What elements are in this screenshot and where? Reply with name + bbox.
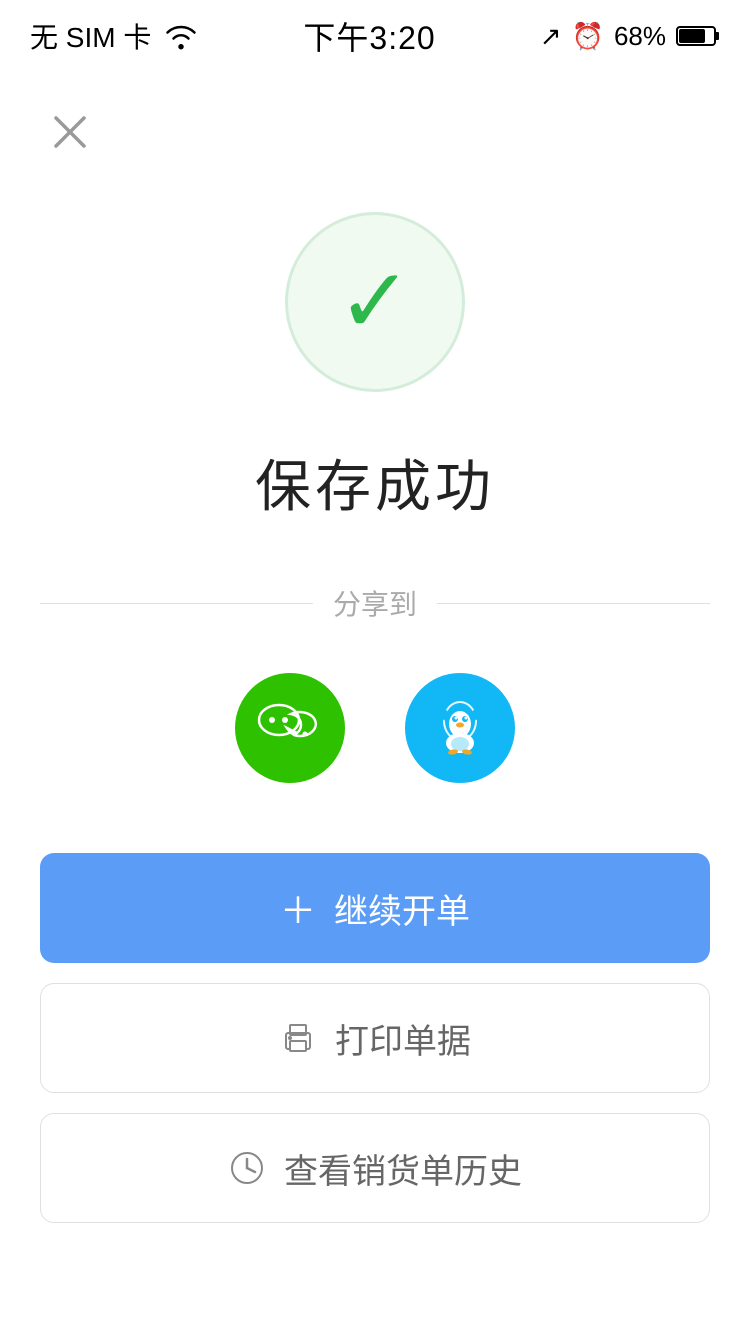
location-icon: ↗ — [540, 21, 562, 52]
carrier-text: 无 SIM 卡 — [30, 16, 151, 56]
print-icon — [279, 1019, 317, 1057]
history-label: 查看销货单历史 — [284, 1144, 522, 1193]
qq-icon — [427, 695, 493, 761]
action-buttons: ＋ 继续开单 打印单据 查看销货单历史 — [40, 853, 710, 1223]
close-button[interactable] — [40, 102, 100, 162]
share-divider: 分享到 — [40, 583, 710, 623]
divider-line-left — [40, 603, 313, 604]
success-title: 保存成功 — [255, 442, 495, 523]
main-content: ✓ 保存成功 分享到 — [0, 72, 750, 1283]
share-label: 分享到 — [333, 583, 417, 623]
success-circle: ✓ — [285, 212, 465, 392]
checkmark-icon: ✓ — [337, 257, 412, 347]
wechat-icon — [257, 700, 323, 756]
close-icon — [48, 110, 92, 154]
share-icons — [235, 673, 515, 783]
qq-share-button[interactable] — [405, 673, 515, 783]
divider-line-right — [437, 603, 710, 604]
status-left: 无 SIM 卡 — [30, 16, 199, 56]
continue-label: 继续开单 — [334, 884, 470, 933]
status-time: 下午3:20 — [303, 13, 435, 59]
battery-text: 68% — [614, 21, 666, 52]
close-button-area — [40, 102, 710, 162]
wifi-icon — [163, 22, 199, 50]
battery-icon — [676, 24, 720, 48]
wechat-share-button[interactable] — [235, 673, 345, 783]
print-button[interactable]: 打印单据 — [40, 983, 710, 1093]
plus-icon: ＋ — [280, 882, 316, 934]
continue-button[interactable]: ＋ 继续开单 — [40, 853, 710, 963]
history-button[interactable]: 查看销货单历史 — [40, 1113, 710, 1223]
status-right: ↗ ⏰ 68% — [540, 21, 720, 52]
history-icon — [228, 1149, 266, 1187]
alarm-icon: ⏰ — [572, 21, 604, 52]
status-bar: 无 SIM 卡 下午3:20 ↗ ⏰ 68% — [0, 0, 750, 72]
print-label: 打印单据 — [335, 1014, 471, 1063]
